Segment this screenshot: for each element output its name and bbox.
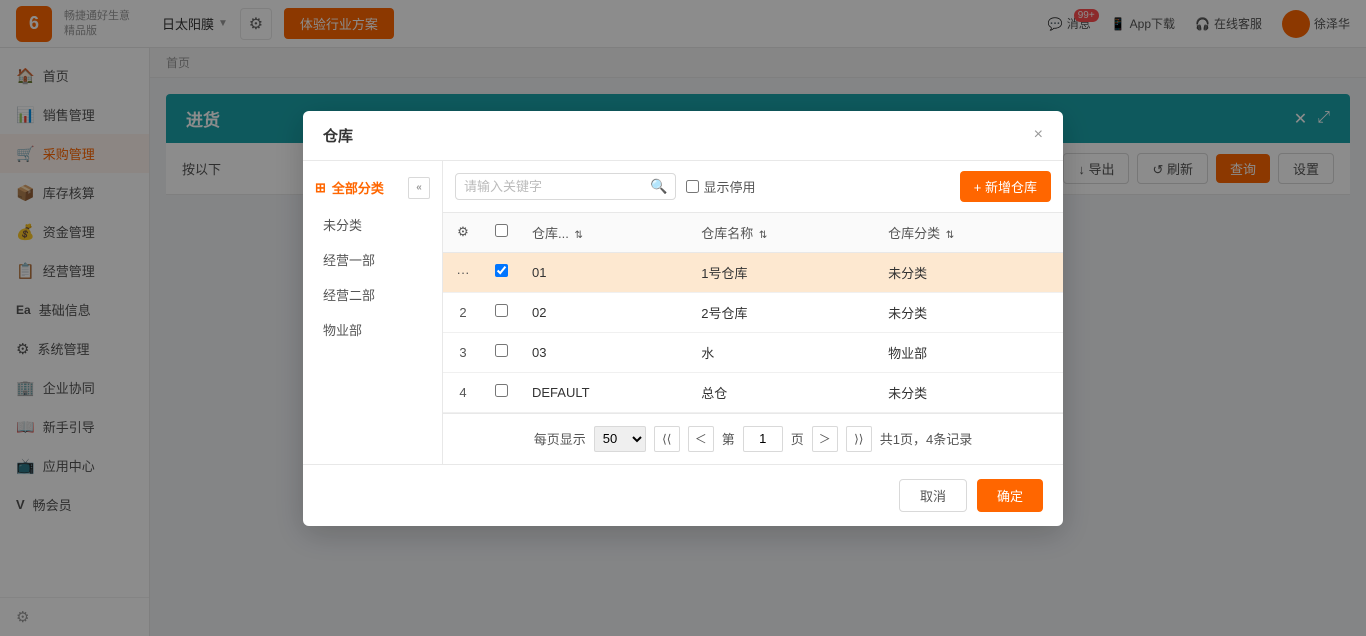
row-name: 总仓 bbox=[689, 372, 876, 412]
th-category: 仓库分类 ⇅ bbox=[876, 213, 1063, 253]
warehouse-table: ⚙ 仓库... ⇅ 仓库名称 ⇅ 仓库分类 ⇅ ··· 01 bbox=[443, 213, 1063, 413]
row-checkbox-cell bbox=[483, 292, 520, 332]
modal-overlay: 仓库 × ⊞ 全部分类 « 未分类 经营一部 经营二部 物业部 bbox=[0, 0, 1366, 636]
sort-icon-code: ⇅ bbox=[574, 230, 582, 241]
page-unit: 页 bbox=[791, 429, 804, 448]
show-disabled-text: 显示停用 bbox=[703, 177, 755, 196]
row-code: DEFAULT bbox=[520, 372, 689, 412]
show-disabled-checkbox[interactable] bbox=[686, 180, 699, 193]
cancel-button[interactable]: 取消 bbox=[899, 479, 967, 512]
table-row[interactable]: ··· 01 1号仓库 未分类 bbox=[443, 252, 1063, 292]
th-code: 仓库... ⇅ bbox=[520, 213, 689, 253]
add-warehouse-button[interactable]: + 新增仓库 bbox=[960, 171, 1051, 202]
th-name: 仓库名称 ⇅ bbox=[689, 213, 876, 253]
page-label: 第 bbox=[722, 429, 735, 448]
row-checkbox[interactable] bbox=[495, 304, 508, 317]
per-page-select[interactable]: 50 10 20 100 bbox=[594, 426, 646, 452]
modal-footer: 取消 确定 bbox=[303, 464, 1063, 526]
per-page-label: 每页显示 bbox=[534, 429, 586, 448]
collapse-icon: « bbox=[416, 182, 422, 193]
row-checkbox[interactable] bbox=[495, 264, 508, 277]
category-item-ops2[interactable]: 经营二部 bbox=[303, 277, 442, 312]
table-row[interactable]: 3 03 水 物业部 bbox=[443, 332, 1063, 372]
row-name: 1号仓库 bbox=[689, 252, 876, 292]
row-category: 未分类 bbox=[876, 372, 1063, 412]
modal-header: 仓库 × bbox=[303, 111, 1063, 161]
category-item-property[interactable]: 物业部 bbox=[303, 312, 442, 347]
search-box: 🔍 bbox=[455, 173, 676, 200]
row-checkbox[interactable] bbox=[495, 344, 508, 357]
row-actions[interactable]: ··· bbox=[443, 252, 483, 292]
confirm-button[interactable]: 确定 bbox=[977, 479, 1043, 512]
table-body: ··· 01 1号仓库 未分类 2 02 2号仓库 bbox=[443, 252, 1063, 412]
search-icon: 🔍 bbox=[650, 178, 667, 195]
row-num: 4 bbox=[443, 372, 483, 412]
table-row[interactable]: 2 02 2号仓库 未分类 bbox=[443, 292, 1063, 332]
prev-page-button[interactable]: ＜ bbox=[688, 426, 714, 452]
category-item-unclassified[interactable]: 未分类 bbox=[303, 207, 442, 242]
row-code: 01 bbox=[520, 252, 689, 292]
modal-body: ⊞ 全部分类 « 未分类 经营一部 经营二部 物业部 🔍 bbox=[303, 161, 1063, 464]
th-gear: ⚙ bbox=[443, 213, 483, 253]
warehouse-modal: 仓库 × ⊞ 全部分类 « 未分类 经营一部 经营二部 物业部 bbox=[303, 111, 1063, 526]
total-info: 共1页，4条记录 bbox=[880, 429, 972, 448]
table-toolbar: 🔍 显示停用 + 新增仓库 bbox=[443, 161, 1063, 213]
table-area: 🔍 显示停用 + 新增仓库 ⚙ bbox=[443, 161, 1063, 464]
row-checkbox-cell bbox=[483, 372, 520, 412]
row-name: 2号仓库 bbox=[689, 292, 876, 332]
category-sidebar: ⊞ 全部分类 « 未分类 经营一部 经营二部 物业部 bbox=[303, 161, 443, 464]
row-category: 未分类 bbox=[876, 252, 1063, 292]
table-row[interactable]: 4 DEFAULT 总仓 未分类 bbox=[443, 372, 1063, 412]
sort-icon-category: ⇅ bbox=[946, 230, 954, 241]
row-category: 未分类 bbox=[876, 292, 1063, 332]
collapse-button[interactable]: « bbox=[408, 177, 430, 199]
pagination: 每页显示 50 10 20 100 ⟨⟨ ＜ 第 页 ＞ ⟩⟩ 共1页，4条记录 bbox=[443, 413, 1063, 464]
search-input[interactable] bbox=[464, 179, 644, 194]
all-label: 全部分类 bbox=[332, 178, 384, 197]
row-checkbox[interactable] bbox=[495, 384, 508, 397]
row-num: 2 bbox=[443, 292, 483, 332]
row-code: 03 bbox=[520, 332, 689, 372]
table-wrapper: ⚙ 仓库... ⇅ 仓库名称 ⇅ 仓库分类 ⇅ ··· 01 bbox=[443, 213, 1063, 413]
row-name: 水 bbox=[689, 332, 876, 372]
next-page-button[interactable]: ＞ bbox=[812, 426, 838, 452]
row-num: 3 bbox=[443, 332, 483, 372]
first-page-button[interactable]: ⟨⟨ bbox=[654, 426, 680, 452]
sort-icon-name: ⇅ bbox=[759, 230, 767, 241]
category-item-ops1[interactable]: 经营一部 bbox=[303, 242, 442, 277]
row-checkbox-cell bbox=[483, 252, 520, 292]
table-head: ⚙ 仓库... ⇅ 仓库名称 ⇅ 仓库分类 ⇅ bbox=[443, 213, 1063, 253]
grid-icon: ⊞ bbox=[315, 180, 326, 196]
table-header-row: ⚙ 仓库... ⇅ 仓库名称 ⇅ 仓库分类 ⇅ bbox=[443, 213, 1063, 253]
modal-close-button[interactable]: × bbox=[1034, 126, 1043, 144]
page-input[interactable] bbox=[743, 426, 783, 452]
row-checkbox-cell bbox=[483, 332, 520, 372]
row-code: 02 bbox=[520, 292, 689, 332]
th-checkbox bbox=[483, 213, 520, 253]
modal-title: 仓库 bbox=[323, 125, 353, 146]
show-disabled-label[interactable]: 显示停用 bbox=[686, 177, 755, 196]
select-all-checkbox[interactable] bbox=[495, 224, 508, 237]
category-all[interactable]: ⊞ 全部分类 « bbox=[303, 169, 442, 207]
row-category: 物业部 bbox=[876, 332, 1063, 372]
last-page-button[interactable]: ⟩⟩ bbox=[846, 426, 872, 452]
